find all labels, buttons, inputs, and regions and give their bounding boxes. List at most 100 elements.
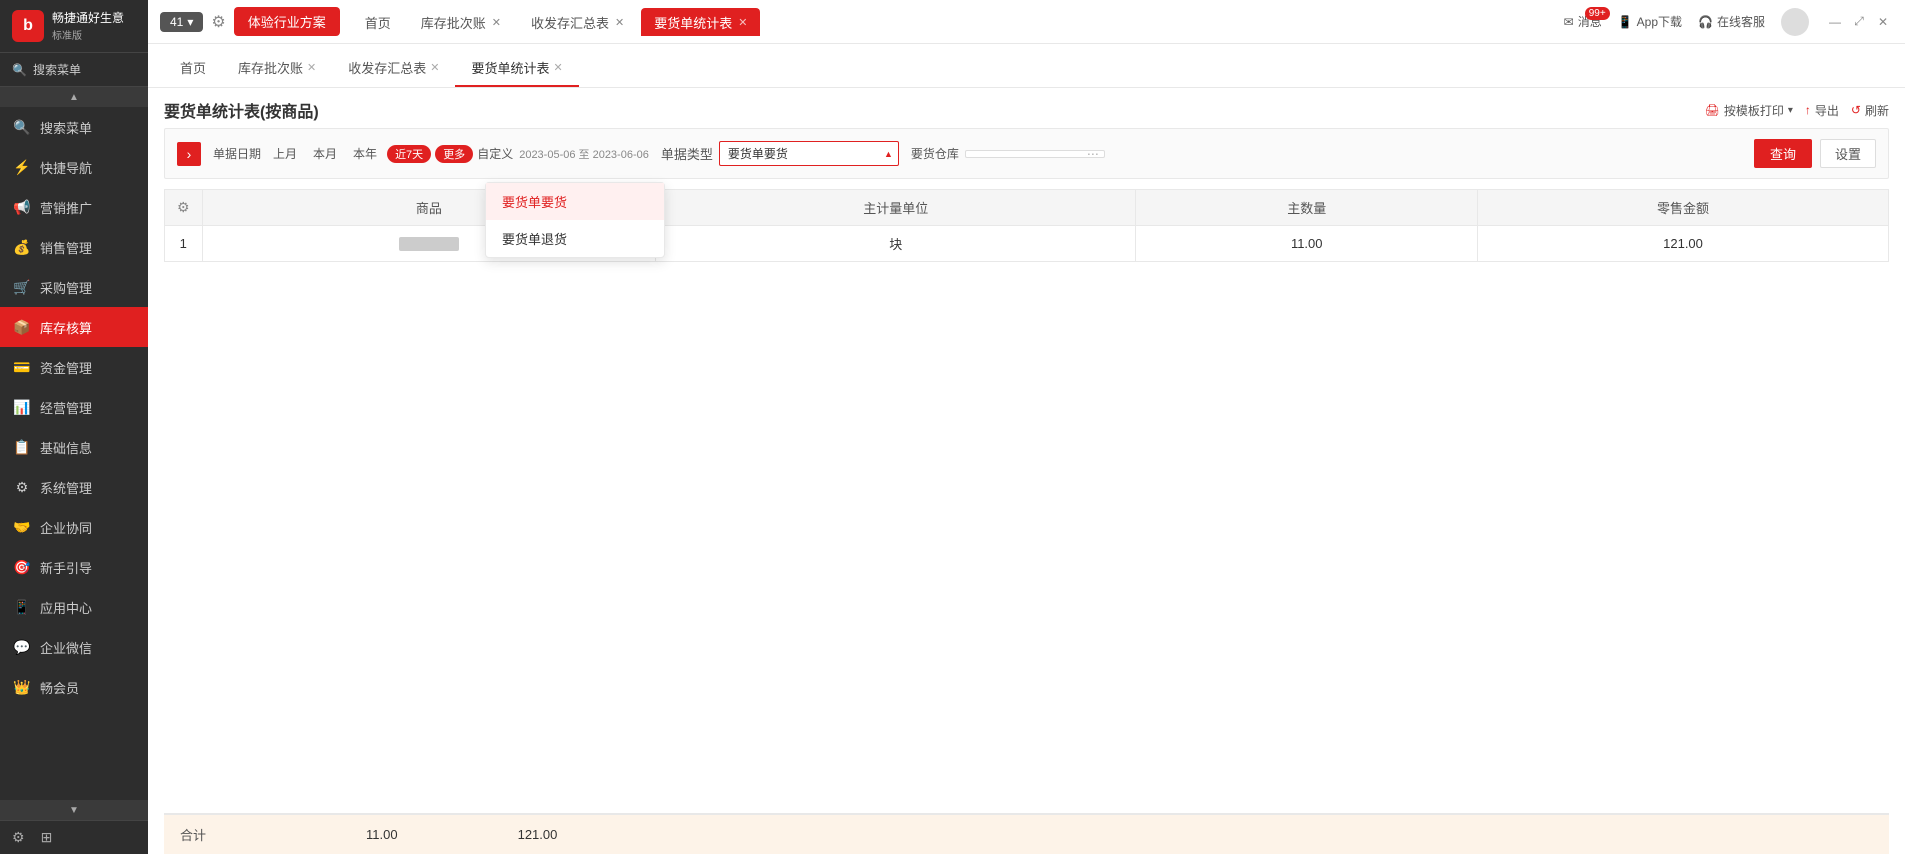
- dropdown-item-order[interactable]: 要货单要货: [486, 183, 664, 220]
- settings-icon[interactable]: ⚙: [12, 829, 25, 846]
- dropdown-icon[interactable]: ▾: [187, 15, 193, 29]
- sidebar-bottom: ⚙ ⊞: [0, 820, 148, 854]
- sidebar-item-label: 营销推广: [40, 198, 92, 217]
- page-title-bar: 要货单统计表(按商品) 🖨 按模板打印 ▾ ↑ 导出 ↺ 刷新: [148, 88, 1905, 128]
- trial-button[interactable]: 体验行业方案: [234, 7, 340, 36]
- sidebar-item-label: 采购管理: [40, 278, 92, 297]
- table-body: 1 块 11.00 121.00: [165, 226, 1889, 262]
- row-number: 1: [165, 226, 203, 262]
- type-dropdown: 要货单要货 要货单退货: [485, 182, 665, 258]
- collapse-icon[interactable]: ⊞: [41, 829, 53, 846]
- nav-scroll-up[interactable]: ▲: [0, 87, 148, 107]
- tab-要货单统计表[interactable]: 要货单统计表✕: [641, 8, 760, 36]
- sidebar-item-operations[interactable]: 📊 经营管理: [0, 387, 148, 427]
- sidebar: b 畅捷通好生意 标准版 🔍 搜索菜单 ▲ 🔍 搜索菜单 ⚡ 快捷导航 📢 营销…: [0, 0, 148, 854]
- refresh-button[interactable]: ↺ 刷新: [1851, 102, 1889, 119]
- column-qty: 主数量: [1136, 190, 1478, 226]
- page-tab-收发存汇总表[interactable]: 收发存汇总表 ✕: [332, 50, 455, 87]
- warehouse-select[interactable]: [965, 150, 1105, 158]
- purchase-icon: 🛒: [12, 277, 32, 297]
- quick-icon: ⚡: [12, 157, 32, 177]
- maximize-button[interactable]: ⤢: [1849, 12, 1869, 32]
- setting-button[interactable]: 设置: [1820, 139, 1876, 168]
- warehouse-filter-label: 要货仓库: [911, 145, 959, 162]
- dropdown-item-return[interactable]: 要货单退货: [486, 220, 664, 257]
- date-custom[interactable]: 自定义: [477, 145, 513, 162]
- print-dropdown-icon[interactable]: ▾: [1788, 105, 1793, 116]
- sidebar-item-sales[interactable]: 💰 销售管理: [0, 227, 148, 267]
- window-buttons: — ⤢ ✕: [1825, 12, 1893, 32]
- topbar-left: 41 ▾ ⚙ 体验行业方案: [160, 7, 340, 36]
- tab-close-icon[interactable]: ✕: [492, 16, 501, 29]
- sidebar-item-appstore[interactable]: 📱 应用中心: [0, 587, 148, 627]
- tab-close-icon[interactable]: ✕: [738, 16, 747, 29]
- warehouse-filter-group: 要货仓库: [911, 145, 1105, 162]
- date-this-month[interactable]: 本月: [307, 143, 343, 164]
- data-table-container: ⚙ 商品 主计量单位 主数量 零售金额 1 块 11.00: [164, 189, 1889, 813]
- sidebar-nav: 🔍 搜索菜单 ⚡ 快捷导航 📢 营销推广 💰 销售管理 🛒 采购管理 📦 库存核…: [0, 107, 148, 800]
- sidebar-item-label: 基础信息: [40, 438, 92, 457]
- basic-icon: 📋: [12, 437, 32, 457]
- sidebar-item-wechat[interactable]: 💬 企业微信: [0, 627, 148, 667]
- sidebar-item-marketing[interactable]: 📢 营销推广: [0, 187, 148, 227]
- ph-tab-close-icon[interactable]: ✕: [554, 61, 563, 74]
- sidebar-item-enterprise[interactable]: 🤝 企业协同: [0, 507, 148, 547]
- message-icon: ✉: [1564, 15, 1574, 29]
- column-unit: 主计量单位: [656, 190, 1136, 226]
- sidebar-search[interactable]: 🔍 搜索菜单: [0, 53, 148, 87]
- operations-icon: 📊: [12, 397, 32, 417]
- settings-gear-icon[interactable]: ⚙: [211, 12, 225, 32]
- page-tab-首页[interactable]: 首页: [164, 50, 222, 87]
- date-this-year[interactable]: 本年: [347, 143, 383, 164]
- finance-icon: 💳: [12, 357, 32, 377]
- tab-库存批次账[interactable]: 库存批次账✕: [408, 8, 514, 36]
- minimize-button[interactable]: —: [1825, 12, 1845, 32]
- table-header: ⚙ 商品 主计量单位 主数量 零售金额: [165, 190, 1889, 226]
- ph-tab-close-icon[interactable]: ✕: [307, 61, 316, 74]
- sidebar-item-inventory[interactable]: 📦 库存核算: [0, 307, 148, 347]
- date-last-month[interactable]: 上月: [267, 143, 303, 164]
- sidebar-item-label: 新手引导: [40, 558, 92, 577]
- sidebar-item-purchase[interactable]: 🛒 采购管理: [0, 267, 148, 307]
- sidebar-item-label: 快捷导航: [40, 158, 92, 177]
- sidebar-item-quick[interactable]: ⚡ 快捷导航: [0, 147, 148, 187]
- sidebar-item-label: 搜索菜单: [40, 118, 92, 137]
- close-button[interactable]: ✕: [1873, 12, 1893, 32]
- tab-label: 收发存汇总表: [531, 13, 609, 32]
- inventory-icon: 📦: [12, 317, 32, 337]
- tab-bar: 首页库存批次账✕收发存汇总表✕要货单统计表✕: [352, 8, 1552, 36]
- app-download-button[interactable]: 📱 App下载: [1618, 13, 1682, 30]
- user-avatar[interactable]: [1781, 8, 1809, 36]
- tab-收发存汇总表[interactable]: 收发存汇总表 ✕: [518, 8, 637, 36]
- row-amount: 121.00: [1478, 226, 1889, 262]
- sidebar-item-member[interactable]: 👑 畅会员: [0, 667, 148, 707]
- date-recent-7[interactable]: 近7天: [387, 145, 431, 163]
- print-button[interactable]: 🖨 按模板打印 ▾: [1705, 102, 1793, 119]
- sidebar-item-label: 系统管理: [40, 478, 92, 497]
- sidebar-item-basic[interactable]: 📋 基础信息: [0, 427, 148, 467]
- online-service-button[interactable]: 🎧 在线客服: [1698, 13, 1765, 30]
- sidebar-item-system[interactable]: ⚙ 系统管理: [0, 467, 148, 507]
- type-select[interactable]: 要货单要货: [719, 141, 899, 166]
- tab-首页[interactable]: 首页: [352, 8, 404, 36]
- nav-scroll-down[interactable]: ▼: [0, 800, 148, 820]
- filter-bar: › 单据日期 上月 本月 本年 近7天 更多 自定义 2023-05-06 至 …: [164, 128, 1889, 179]
- filter-expand-button[interactable]: ›: [177, 142, 201, 166]
- sidebar-item-finance[interactable]: 💳 资金管理: [0, 347, 148, 387]
- column-settings-icon[interactable]: ⚙: [177, 199, 190, 215]
- appstore-icon: 📱: [12, 597, 32, 617]
- sidebar-item-label: 企业协同: [40, 518, 92, 537]
- tab-close-icon[interactable]: ✕: [615, 16, 624, 29]
- footer-amount: 121.00: [518, 827, 558, 842]
- sidebar-item-search[interactable]: 🔍 搜索菜单: [0, 107, 148, 147]
- query-button[interactable]: 查询: [1754, 139, 1812, 168]
- page-tab-库存批次账[interactable]: 库存批次账 ✕: [222, 50, 332, 87]
- page-tab-要货单统计表[interactable]: 要货单统计表 ✕: [455, 50, 578, 87]
- column-amount: 零售金额: [1478, 190, 1889, 226]
- messages-button[interactable]: ✉ 消息 99+: [1564, 13, 1602, 30]
- export-button[interactable]: ↑ 导出: [1805, 102, 1839, 119]
- ph-tab-close-icon[interactable]: ✕: [430, 61, 439, 74]
- data-table: ⚙ 商品 主计量单位 主数量 零售金额 1 块 11.00: [164, 189, 1889, 262]
- sidebar-item-guide[interactable]: 🎯 新手引导: [0, 547, 148, 587]
- date-more[interactable]: 更多: [435, 145, 473, 163]
